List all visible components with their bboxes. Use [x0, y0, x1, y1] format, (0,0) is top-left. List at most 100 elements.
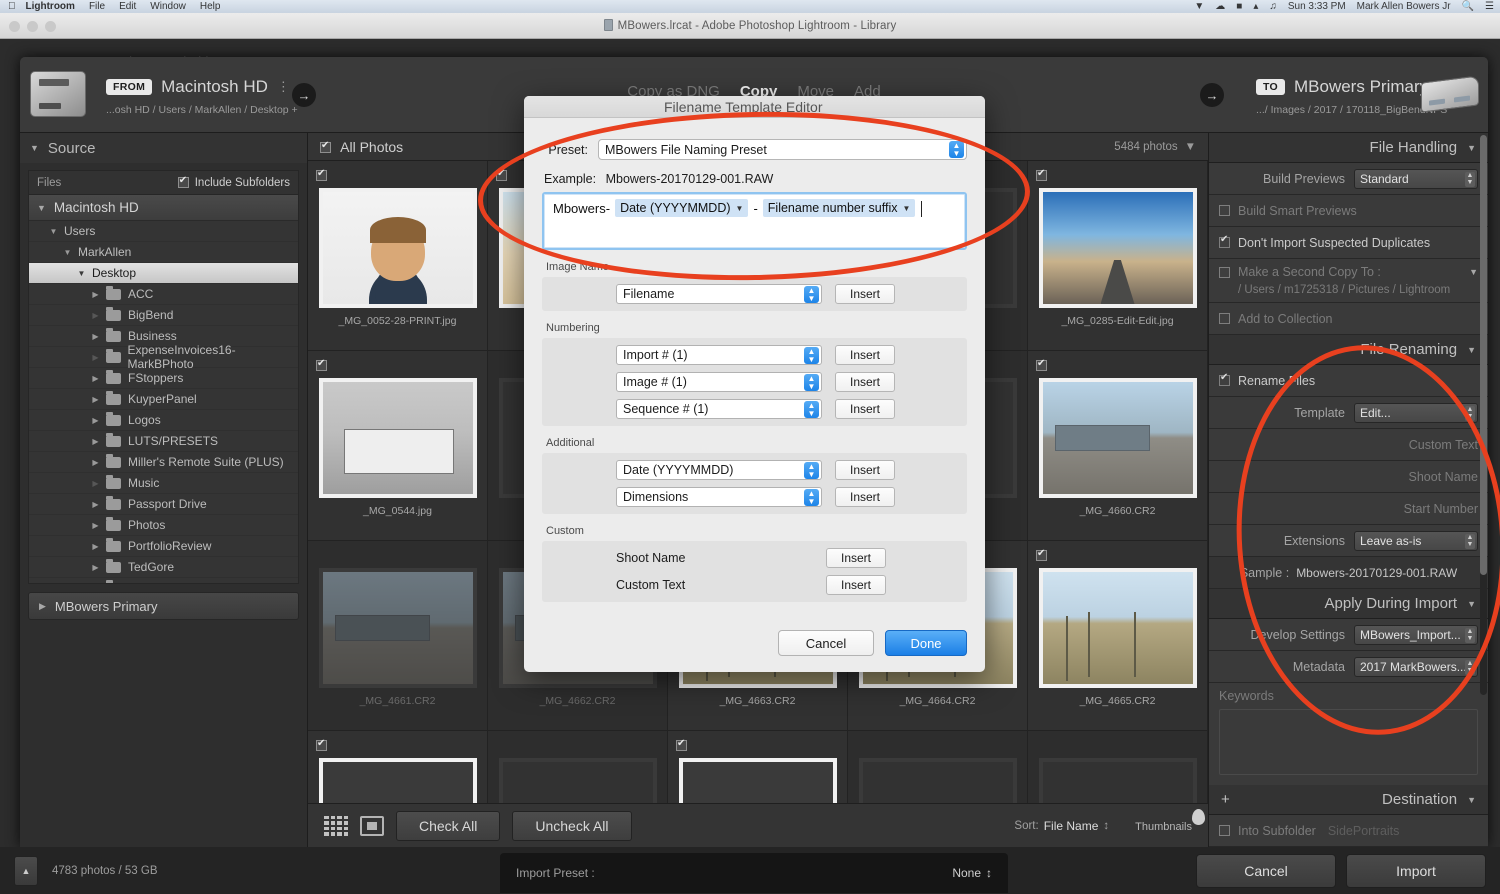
insert-button[interactable]: Insert — [835, 487, 895, 507]
template-token-field[interactable]: Mbowers- Date (YYYYMMDD) ▼ - Filename number… — [542, 192, 967, 250]
chevron-right-icon[interactable]: ▶ — [91, 563, 100, 572]
token-select[interactable]: Dimensions ▲ ▼ — [616, 487, 822, 507]
photo-count[interactable]: 5484 photos ▼ — [1114, 141, 1196, 153]
close-button-icon[interactable] — [9, 21, 20, 32]
thumbnail-checkbox-wrap[interactable] — [496, 167, 513, 185]
thumbnail-image[interactable] — [1038, 568, 1197, 688]
stepper-icon[interactable]: ▲ ▼ — [949, 141, 964, 158]
stepper-icon[interactable]: ▲ ▼ — [1465, 405, 1475, 421]
thumbnail-cell[interactable]: _MG_4661.CR2 — [308, 541, 488, 731]
thumbnail-cell[interactable]: _MG_0285-Edit-Edit.jpg — [1028, 161, 1208, 351]
menu-user[interactable]: Mark Allen Bowers Jr — [1357, 1, 1451, 12]
chevron-right-icon[interactable]: ▶ — [91, 290, 100, 299]
stepper-icon[interactable]: ▲ ▼ — [1465, 627, 1475, 643]
insert-button[interactable]: Insert — [835, 399, 895, 419]
menu-lightroom[interactable]: Lightroom — [26, 1, 75, 12]
tree-root-macintosh-hd[interactable]: ▼ Macintosh HD — [29, 195, 298, 221]
tree-item[interactable]: ▶ LUTS/PRESETS — [29, 431, 298, 452]
chevron-down-icon[interactable]: ▼ — [30, 143, 39, 153]
loupe-view-icon[interactable] — [360, 815, 384, 836]
stepper-icon[interactable]: ▲ ▼ — [1465, 659, 1475, 675]
thumbnail-checkbox-wrap[interactable] — [1036, 167, 1053, 185]
menu-clock[interactable]: Sun 3:33 PM — [1288, 1, 1346, 12]
chevron-right-icon[interactable]: ▶ — [91, 584, 100, 585]
import-preset-select[interactable]: None ↕ — [952, 866, 992, 880]
source-selector[interactable]: FROM Macintosh HD ⋮ ...osh HD / Users / … — [106, 77, 298, 116]
thumbnail-checkbox[interactable] — [316, 358, 327, 371]
grid-view-icon[interactable] — [324, 815, 348, 836]
thumbnail-image[interactable] — [1038, 378, 1197, 498]
chevron-right-icon[interactable]: ▶ — [39, 601, 46, 612]
dropbox-icon[interactable]: ▼ — [1194, 1, 1204, 12]
thumbnail-image[interactable] — [858, 758, 1017, 803]
chevron-down-icon[interactable]: ▼ — [1467, 795, 1476, 805]
stepper-icon[interactable]: ▲ ▼ — [804, 489, 819, 506]
thumbnail-image[interactable] — [678, 758, 837, 803]
stepper-icon[interactable]: ▲ ▼ — [804, 462, 819, 479]
include-subfolders-checkbox[interactable] — [177, 175, 189, 188]
thumbnail-cell[interactable]: _MG_4665.CR2 — [1028, 541, 1208, 731]
thumbnail-cell[interactable]: _MG_0544.jpg — [308, 351, 488, 541]
dialog-done-button[interactable]: Done — [885, 630, 967, 656]
token-select[interactable]: Sequence # (1) ▲ ▼ — [616, 399, 822, 419]
insert-button[interactable]: Insert — [835, 460, 895, 480]
extensions-select[interactable]: Leave as-is ▲ ▼ — [1354, 530, 1478, 551]
thumbnail-image[interactable] — [318, 378, 477, 498]
thumbnail-image[interactable] — [498, 758, 657, 803]
cancel-button[interactable]: Cancel — [1196, 853, 1336, 888]
add-to-collection-checkbox[interactable] — [1219, 313, 1230, 324]
thumbnail-checkbox[interactable] — [1036, 358, 1047, 371]
destination-name[interactable]: MBowers Primary — [1294, 77, 1428, 97]
battery-icon[interactable]: ■ — [1236, 1, 1242, 12]
uncheck-all-button[interactable]: Uncheck All — [512, 810, 632, 841]
add-to-collection-row[interactable]: Add to Collection — [1209, 303, 1488, 335]
chevron-right-icon[interactable]: ▶ — [91, 332, 100, 341]
thumbnail-cell[interactable] — [848, 731, 1028, 803]
notification-center-icon[interactable]: ☰ — [1485, 1, 1494, 12]
chevron-right-icon[interactable]: ▶ — [91, 374, 100, 383]
tree-item[interactable]: ▶ Logos — [29, 410, 298, 431]
thumbnail-checkbox[interactable] — [316, 738, 327, 751]
panel-scrollbar[interactable] — [1480, 135, 1487, 695]
dont-import-duplicates-row[interactable]: Don't Import Suspected Duplicates — [1209, 227, 1488, 259]
chevron-down-icon[interactable]: ▼ — [1467, 599, 1476, 609]
menu-help[interactable]: Help — [200, 1, 221, 12]
into-subfolder-checkbox[interactable] — [1219, 825, 1230, 836]
source-name[interactable]: Macintosh HD — [161, 77, 268, 97]
tree-item[interactable]: ▶ ExpenseInvoices16-MarkBPhoto — [29, 343, 298, 371]
tree-item[interactable]: ▶ TedGore — [29, 557, 298, 578]
token-select[interactable]: Image # (1) ▲ ▼ — [616, 372, 822, 392]
rename-files-checkbox[interactable] — [1219, 372, 1230, 386]
tree-item[interactable]: ▶ Photos — [29, 515, 298, 536]
tree-item[interactable]: ▶ KuyperPanel — [29, 389, 298, 410]
thumbnail-image[interactable] — [1038, 758, 1197, 803]
thumbnail-checkbox[interactable] — [496, 550, 507, 561]
thumbnail-checkbox-wrap[interactable] — [316, 357, 333, 375]
tree-item[interactable]: ▶ Music — [29, 473, 298, 494]
chevron-right-icon[interactable]: ▶ — [91, 458, 100, 467]
chevron-right-icon[interactable]: ▶ — [91, 395, 100, 404]
build-smart-previews-checkbox[interactable] — [1219, 205, 1230, 216]
thumbnail-checkbox[interactable] — [496, 360, 507, 371]
menu-window[interactable]: Window — [150, 1, 186, 12]
sort-control[interactable]: Sort: File Name ↕ — [1014, 819, 1109, 833]
apply-during-import-header[interactable]: Apply During Import ▼ — [1209, 589, 1488, 619]
thumbnail-checkbox[interactable] — [496, 740, 507, 751]
all-photos-checkbox[interactable] — [320, 140, 331, 153]
thumbnail-image[interactable] — [318, 758, 477, 803]
folder-tree[interactable]: ▼ Macintosh HD ▼ Users ▼ MarkAllen ▼ Desktop ▶… — [28, 194, 299, 584]
dialog-cancel-button[interactable]: Cancel — [778, 630, 874, 656]
chevron-down-icon[interactable]: ▼ — [736, 204, 744, 213]
sort-value[interactable]: File Name — [1044, 819, 1099, 833]
thumbnail-checkbox[interactable] — [316, 168, 327, 181]
tree-item[interactable]: ▶ BigBend — [29, 305, 298, 326]
build-previews-select[interactable]: Standard ▲ ▼ — [1354, 168, 1478, 189]
chevron-right-icon[interactable]: ▶ — [91, 500, 100, 509]
thumbnail-image[interactable] — [318, 188, 477, 308]
chevron-down-icon[interactable]: ▼ — [37, 203, 46, 213]
thumbnail-image[interactable] — [1038, 188, 1197, 308]
tree-item[interactable]: ▶ Miller's Remote Suite (PLUS) — [29, 452, 298, 473]
source-panel-header[interactable]: ▼ Source — [20, 133, 307, 163]
metadata-select[interactable]: 2017 MarkBowers... ▲ ▼ — [1354, 656, 1478, 677]
chevron-down-icon[interactable]: ▼ — [902, 204, 910, 213]
